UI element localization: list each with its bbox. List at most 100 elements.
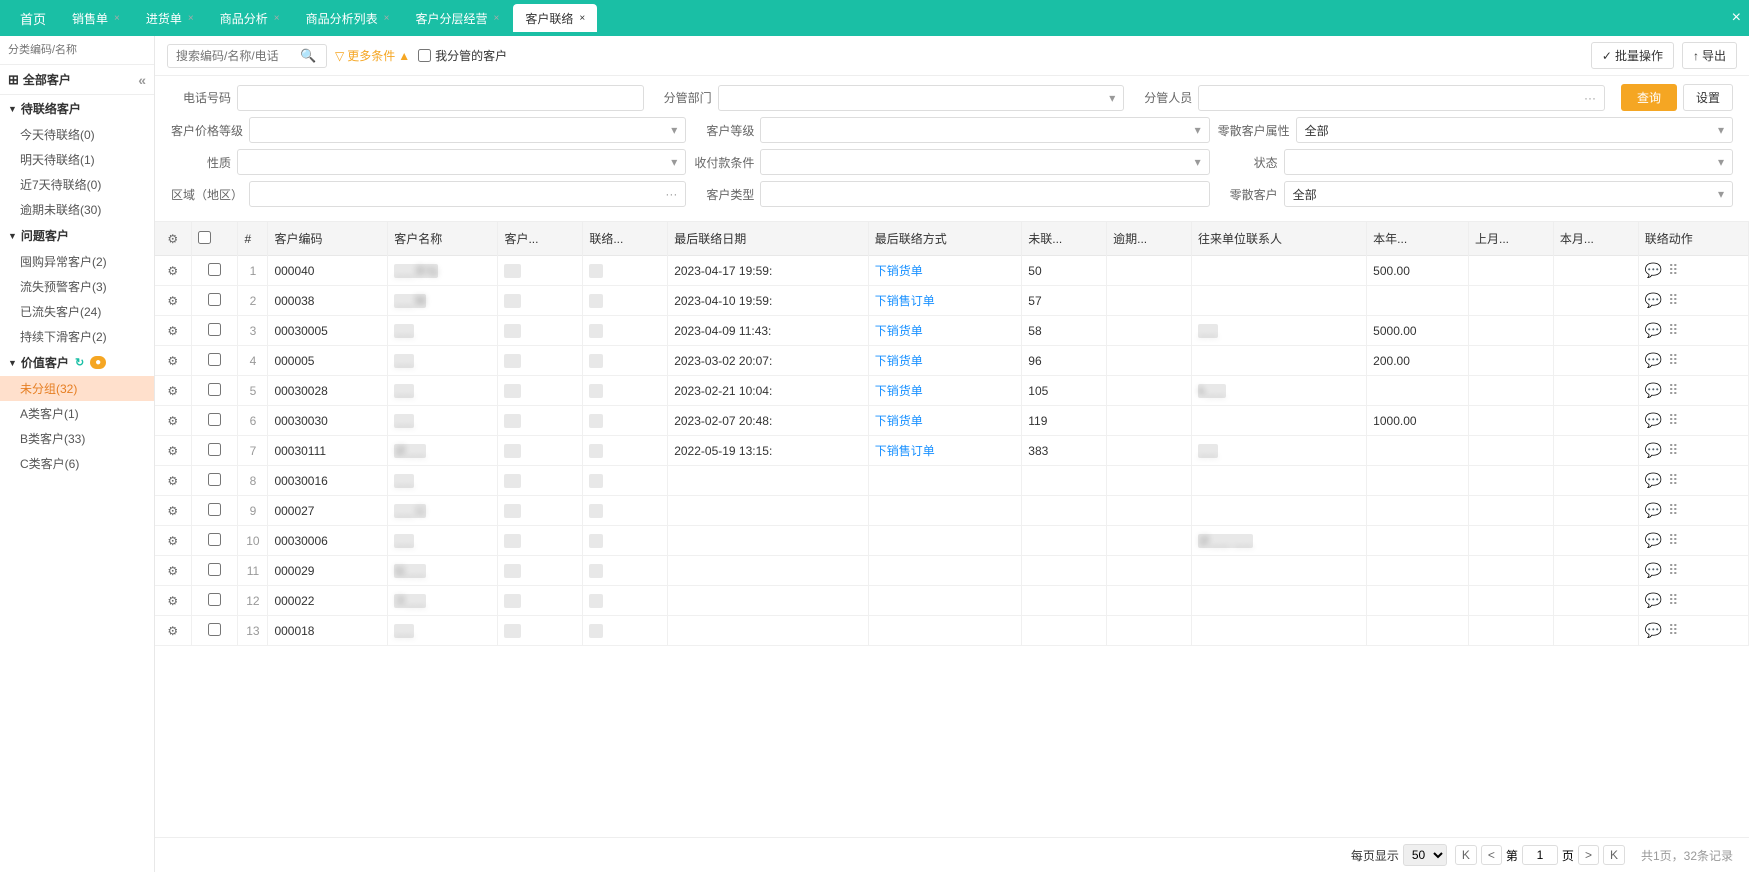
row-checkbox-cell[interactable] <box>191 526 238 556</box>
search-button[interactable]: 查询 <box>1621 84 1677 111</box>
row-checkbox[interactable] <box>208 533 221 546</box>
more-action-icon[interactable]: ⠿ <box>1668 352 1678 369</box>
search-input[interactable] <box>176 49 296 63</box>
row-last-way[interactable] <box>868 496 1021 526</box>
row-checkbox-cell[interactable] <box>191 376 238 406</box>
search-icon[interactable]: 🔍 <box>300 48 316 64</box>
row-checkbox[interactable] <box>208 593 221 606</box>
row-settings[interactable]: ⚙ <box>155 316 191 346</box>
more-action-icon[interactable]: ⠿ <box>1668 322 1678 339</box>
row-settings[interactable]: ⚙ <box>155 496 191 526</box>
dept-select[interactable]: ▾ <box>718 85 1125 111</box>
row-checkbox-cell[interactable] <box>191 256 238 286</box>
row-name[interactable]: 逆___ <box>388 436 498 466</box>
more-action-icon[interactable]: ⠿ <box>1668 592 1678 609</box>
row-checkbox[interactable] <box>208 503 221 516</box>
row-settings[interactable]: ⚙ <box>155 346 191 376</box>
row-name[interactable]: ___ <box>388 466 498 496</box>
row-name[interactable]: ___销 <box>388 286 498 316</box>
sidebar-item-7days[interactable]: 近7天待联络(0) <box>0 172 154 197</box>
message-action-icon[interactable]: 💬 <box>1645 322 1662 339</box>
prev-page-button[interactable]: < <box>1481 845 1502 865</box>
message-action-icon[interactable]: 💬 <box>1645 592 1662 609</box>
row-name[interactable]: ___ <box>388 376 498 406</box>
row-checkbox-cell[interactable] <box>191 586 238 616</box>
batch-ops-button[interactable]: ✓ 批量操作 <box>1591 42 1674 69</box>
more-action-icon[interactable]: ⠿ <box>1668 442 1678 459</box>
sidebar-item-c-class[interactable]: C类客户(6) <box>0 451 154 476</box>
row-checkbox[interactable] <box>208 473 221 486</box>
row-name[interactable]: 汶___ <box>388 586 498 616</box>
sidebar-item-ungroup[interactable]: 未分组(32) <box>0 376 154 401</box>
more-action-icon[interactable]: ⠿ <box>1668 382 1678 399</box>
region-select[interactable]: ··· <box>249 181 686 207</box>
settings-col-header[interactable]: ⚙ <box>155 222 191 256</box>
message-action-icon[interactable]: 💬 <box>1645 622 1662 639</box>
sidebar-all-customers[interactable]: ⊞ 全部客户 « <box>0 65 154 95</box>
nav-tab-sales[interactable]: 销售单 × <box>60 4 132 32</box>
status-select[interactable]: ▾ <box>1284 149 1733 175</box>
row-last-way[interactable]: 下销货单 <box>868 346 1021 376</box>
row-checkbox[interactable] <box>208 293 221 306</box>
sidebar-collapse-icon[interactable]: « <box>138 72 146 88</box>
last-way-link[interactable]: 下销货单 <box>875 414 923 428</box>
more-conditions-button[interactable]: ▽ 更多条件 ▲ <box>335 47 410 64</box>
zero-retail-attr-select[interactable]: 全部 ▾ <box>1296 117 1733 143</box>
search-box[interactable]: 🔍 <box>167 44 327 68</box>
row-settings[interactable]: ⚙ <box>155 586 191 616</box>
next-page-button[interactable]: > <box>1578 845 1599 865</box>
first-page-button[interactable]: K <box>1455 845 1477 865</box>
message-action-icon[interactable]: 💬 <box>1645 412 1662 429</box>
more-action-icon[interactable]: ⠿ <box>1668 472 1678 489</box>
row-last-way[interactable] <box>868 556 1021 586</box>
my-customers-checkbox[interactable]: 我分管的客户 <box>418 47 507 64</box>
nav-tab-sales-close[interactable]: × <box>114 13 120 24</box>
nav-tab-purchase[interactable]: 进货单 × <box>134 4 206 32</box>
nav-tab-customer-layer-close[interactable]: × <box>493 13 499 24</box>
message-action-icon[interactable]: 💬 <box>1645 502 1662 519</box>
row-name[interactable]: ___ <box>388 346 498 376</box>
last-way-link[interactable]: 下销货单 <box>875 384 923 398</box>
nav-tab-customer-contact[interactable]: 客户联络 × <box>513 4 597 32</box>
nav-tab-analysis-close[interactable]: × <box>274 13 280 24</box>
row-checkbox-cell[interactable] <box>191 496 238 526</box>
row-checkbox[interactable] <box>208 413 221 426</box>
row-name[interactable]: ___亲仙 <box>388 256 498 286</box>
more-action-icon[interactable]: ⠿ <box>1668 412 1678 429</box>
zero-retail-select[interactable]: 全部 ▾ <box>1284 181 1733 207</box>
message-action-icon[interactable]: 💬 <box>1645 262 1662 279</box>
row-name[interactable]: ___公 <box>388 496 498 526</box>
row-name[interactable]: 扯___ <box>388 556 498 586</box>
reset-button[interactable]: 设置 <box>1683 84 1733 111</box>
message-action-icon[interactable]: 💬 <box>1645 352 1662 369</box>
row-last-way[interactable]: 下销售订单 <box>868 436 1021 466</box>
row-checkbox-cell[interactable] <box>191 556 238 586</box>
message-action-icon[interactable]: 💬 <box>1645 472 1662 489</box>
row-checkbox[interactable] <box>208 263 221 276</box>
row-last-way[interactable]: 下销货单 <box>868 256 1021 286</box>
more-action-icon[interactable]: ⠿ <box>1668 532 1678 549</box>
more-action-icon[interactable]: ⠿ <box>1668 262 1678 279</box>
sidebar-item-churn-warning[interactable]: 流失预警客户(3) <box>0 274 154 299</box>
row-checkbox[interactable] <box>208 383 221 396</box>
export-button[interactable]: ↑ 导出 <box>1682 42 1737 69</box>
row-settings[interactable]: ⚙ <box>155 556 191 586</box>
nav-tab-customer-contact-close[interactable]: × <box>579 13 585 24</box>
row-checkbox-cell[interactable] <box>191 346 238 376</box>
nav-tab-customer-layer[interactable]: 客户分层经营 × <box>403 4 511 32</box>
customer-level-select[interactable]: ▾ <box>760 117 1209 143</box>
row-settings[interactable]: ⚙ <box>155 286 191 316</box>
nav-home[interactable]: 首页 <box>8 9 58 28</box>
row-last-way[interactable] <box>868 526 1021 556</box>
message-action-icon[interactable]: 💬 <box>1645 442 1662 459</box>
nav-tab-analysis[interactable]: 商品分析 × <box>208 4 292 32</box>
sidebar-search-input[interactable] <box>8 44 150 56</box>
row-checkbox[interactable] <box>208 323 221 336</box>
row-name[interactable]: ___ <box>388 616 498 646</box>
customer-type-select[interactable] <box>760 181 1209 207</box>
last-page-button[interactable]: K <box>1603 845 1625 865</box>
sidebar-group-pending[interactable]: ▼ 待联络客户 <box>0 95 154 122</box>
close-all-button[interactable]: × <box>1732 9 1741 27</box>
select-all-checkbox[interactable] <box>198 231 211 244</box>
row-settings[interactable]: ⚙ <box>155 466 191 496</box>
